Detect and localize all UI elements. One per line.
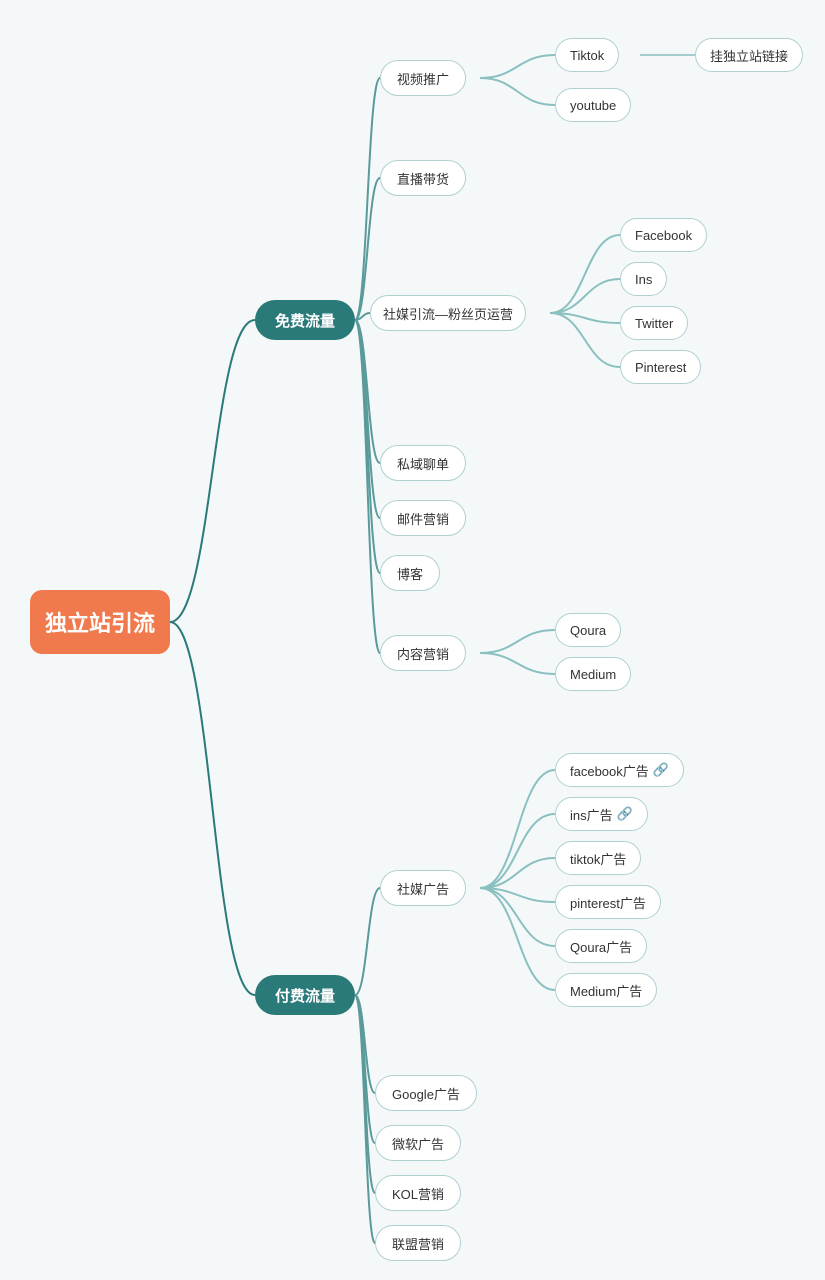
node-google[interactable]: Google广告 — [375, 1075, 477, 1111]
twitter-label: Twitter — [635, 316, 673, 331]
paid-traffic-label: 付费流量 — [275, 985, 335, 1006]
link-icon-ins: 🔗 — [617, 806, 633, 822]
medium-ad-label: Medium广告 — [570, 981, 642, 1000]
node-tiktok[interactable]: Tiktok — [555, 38, 619, 72]
ins-label: Ins — [635, 272, 652, 287]
node-ins[interactable]: Ins — [620, 262, 667, 296]
tiktok-label: Tiktok — [570, 48, 604, 63]
content-label: 内容营销 — [397, 644, 449, 663]
node-pinterest[interactable]: Pinterest — [620, 350, 701, 384]
social-ad-label: 社媒广告 — [397, 879, 449, 898]
node-live[interactable]: 直播带货 — [380, 160, 466, 196]
tiktok-ad-label: tiktok广告 — [570, 849, 626, 868]
social-label: 社媒引流—粉丝页运营 — [383, 304, 513, 323]
node-blog[interactable]: 博客 — [380, 555, 440, 591]
standalone-label: 挂独立站链接 — [710, 46, 788, 65]
node-private[interactable]: 私域聊单 — [380, 445, 466, 481]
alliance-label: 联盟营销 — [392, 1234, 444, 1253]
pinterest-label: Pinterest — [635, 360, 686, 375]
root-node[interactable]: 独立站引流 — [30, 590, 170, 654]
node-fb-ad[interactable]: facebook广告 🔗 — [555, 753, 684, 787]
live-label: 直播带货 — [397, 169, 449, 188]
node-email[interactable]: 邮件营销 — [380, 500, 466, 536]
qoura-ad-label: Qoura广告 — [570, 937, 632, 956]
email-label: 邮件营销 — [397, 509, 449, 528]
kol-label: KOL营销 — [392, 1184, 444, 1203]
root-label: 独立站引流 — [45, 606, 155, 638]
node-microsoft[interactable]: 微软广告 — [375, 1125, 461, 1161]
node-content[interactable]: 内容营销 — [380, 635, 466, 671]
node-twitter[interactable]: Twitter — [620, 306, 688, 340]
node-free-traffic[interactable]: 免费流量 — [255, 300, 355, 340]
node-medium-ad[interactable]: Medium广告 — [555, 973, 657, 1007]
node-paid-traffic[interactable]: 付费流量 — [255, 975, 355, 1015]
blog-label: 博客 — [397, 564, 423, 583]
node-alliance[interactable]: 联盟营销 — [375, 1225, 461, 1261]
microsoft-label: 微软广告 — [392, 1134, 444, 1153]
node-tiktok-ad[interactable]: tiktok广告 — [555, 841, 641, 875]
google-label: Google广告 — [392, 1084, 460, 1103]
node-ins-ad[interactable]: ins广告 🔗 — [555, 797, 648, 831]
medium-label: Medium — [570, 667, 616, 682]
node-social-ad[interactable]: 社媒广告 — [380, 870, 466, 906]
node-standalone-link[interactable]: 挂独立站链接 — [695, 38, 803, 72]
facebook-label: Facebook — [635, 228, 692, 243]
node-qoura-ad[interactable]: Qoura广告 — [555, 929, 647, 963]
video-label: 视频推广 — [397, 69, 449, 88]
node-social[interactable]: 社媒引流—粉丝页运营 — [370, 295, 526, 331]
node-pinterest-ad[interactable]: pinterest广告 — [555, 885, 661, 919]
node-qoura[interactable]: Qoura — [555, 613, 621, 647]
qoura-label: Qoura — [570, 623, 606, 638]
link-icon-fb: 🔗 — [653, 762, 669, 778]
private-label: 私域聊单 — [397, 454, 449, 473]
pinterest-ad-label: pinterest广告 — [570, 893, 646, 912]
node-video[interactable]: 视频推广 — [380, 60, 466, 96]
node-medium[interactable]: Medium — [555, 657, 631, 691]
node-kol[interactable]: KOL营销 — [375, 1175, 461, 1211]
ins-ad-label: ins广告 — [570, 805, 613, 824]
fb-ad-label: facebook广告 — [570, 761, 649, 780]
free-traffic-label: 免费流量 — [275, 310, 335, 331]
node-youtube[interactable]: youtube — [555, 88, 631, 122]
youtube-label: youtube — [570, 98, 616, 113]
node-facebook[interactable]: Facebook — [620, 218, 707, 252]
